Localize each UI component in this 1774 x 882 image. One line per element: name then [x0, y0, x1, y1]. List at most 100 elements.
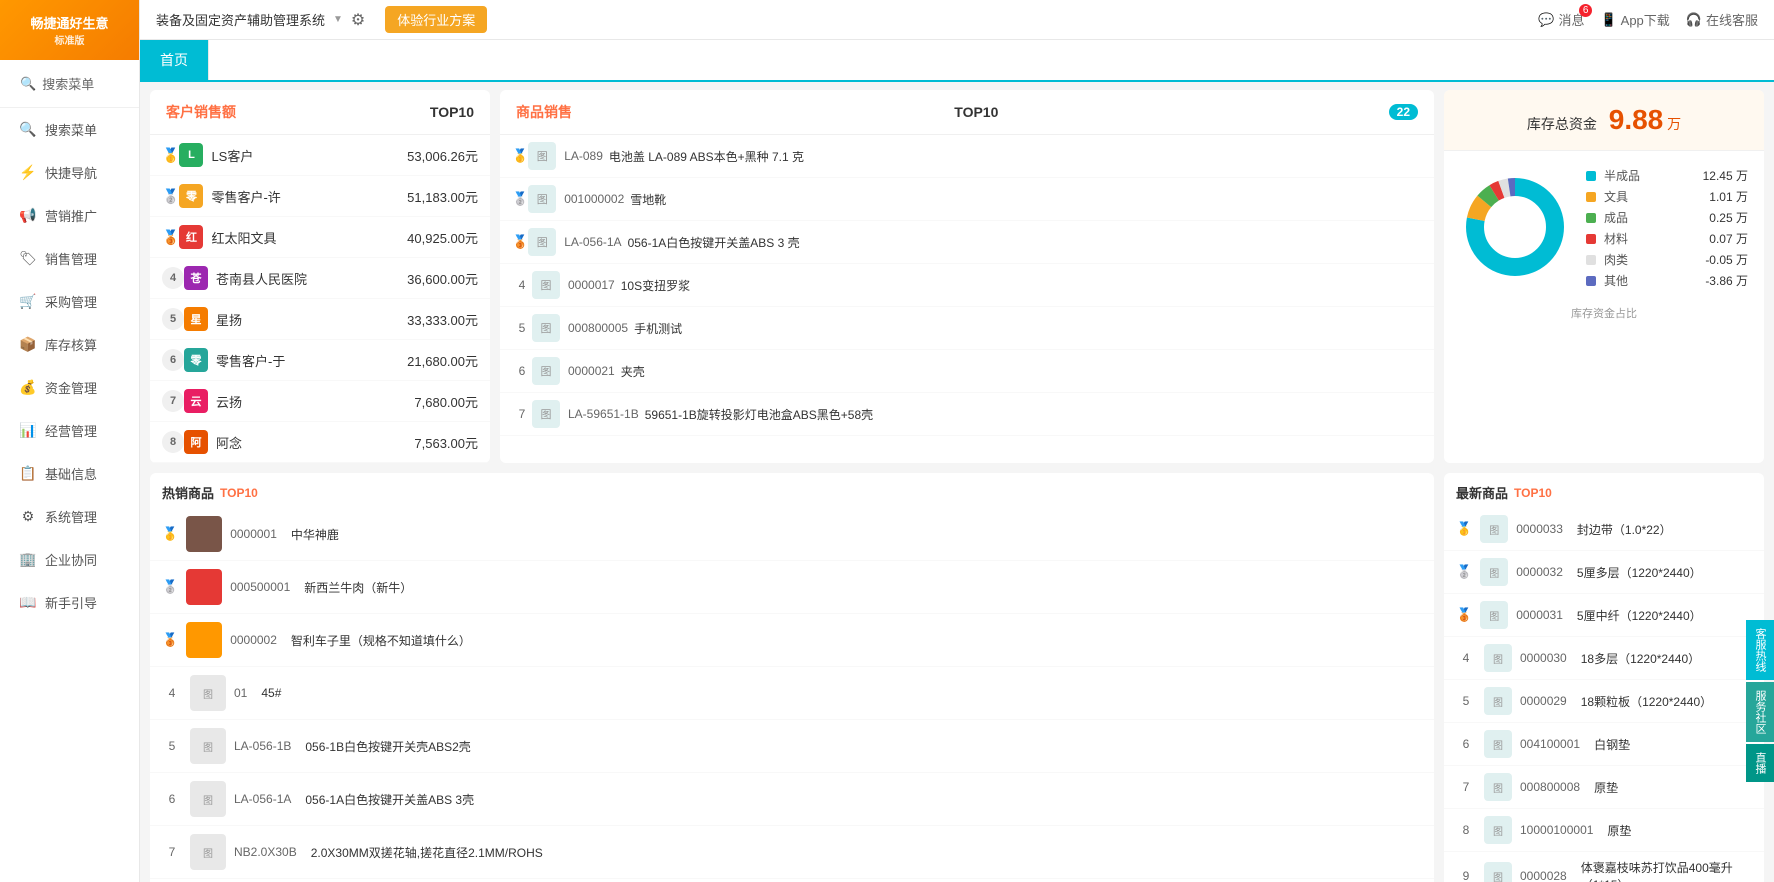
newest-product-desc: 5厘多层（1220*2440） — [1577, 564, 1752, 581]
rank-number: 7 — [1456, 780, 1476, 794]
app-download-label: App下载 — [1621, 10, 1670, 29]
newest-product-code: 0000032 — [1516, 565, 1563, 579]
legend-item: 材料 0.07 万 — [1586, 230, 1748, 247]
legend-value: -3.86 万 — [1705, 272, 1748, 289]
medal-icon: 🥉 — [162, 229, 179, 246]
service-btn-2[interactable]: 直播 — [1746, 744, 1774, 782]
sidebar-item-quick[interactable]: ⚡ 快捷导航 — [0, 151, 139, 194]
customer-rank-list: 🥇 L LS客户 53,006.26元 🥈 零 零售客户-许 51,183.00… — [150, 135, 490, 463]
sidebar-item-system[interactable]: ⚙ 系统管理 — [0, 495, 139, 538]
customer-rank-item: 🥉 红 红太阳文具 40,925.00元 — [150, 217, 490, 258]
legend-name: 成品 — [1604, 209, 1701, 226]
product-code: 0000017 — [568, 278, 615, 292]
dropdown-arrow-icon[interactable]: ▼ — [333, 14, 343, 25]
customer-rank-item: 7 云 云扬 7,680.00元 — [150, 381, 490, 422]
logo-sub: 标准版 — [55, 32, 85, 47]
nav-label-enterprise: 企业协同 — [45, 550, 97, 569]
customer-avatar: 星 — [184, 307, 208, 331]
sidebar-item-sales[interactable]: 🏷 销售管理 — [0, 237, 139, 280]
nav-icon-purchase: 🛒 — [19, 293, 37, 310]
product-rank-badge: 22 — [1389, 104, 1418, 120]
newest-product-img: 图 — [1484, 644, 1512, 672]
message-btn[interactable]: 💬 消息 6 — [1538, 10, 1584, 29]
customer-name: 云扬 — [216, 392, 414, 411]
sidebar-item-marketing[interactable]: 📢 营销推广 — [0, 194, 139, 237]
rank-number: 7 — [162, 845, 182, 859]
row-2: 热销商品 TOP10 🥇 0000001 中华神鹿 🥈 000500001 新西… — [150, 473, 1764, 882]
inventory-panel: 库存总资金 9.88 万 半成品 — [1444, 90, 1764, 463]
newest-product-item: 4 图 0000030 18多层（1220*2440） — [1444, 637, 1764, 680]
hot-product-item: 🥈 000500001 新西兰牛肉（新牛） — [150, 561, 1434, 614]
tabs-bar: 首页 — [140, 40, 1774, 82]
legend-dot — [1586, 255, 1596, 265]
trial-button[interactable]: 体验行业方案 — [385, 6, 487, 33]
legend-name: 半成品 — [1604, 167, 1695, 184]
system-title-area: 装备及固定资产辅助管理系统 ▼ ⚙ 体验行业方案 — [156, 6, 1538, 33]
nav-label-search: 搜索菜单 — [45, 120, 97, 139]
product-img: 图 — [532, 314, 560, 342]
nav-icon-enterprise: 🏢 — [19, 551, 37, 568]
newest-header: 最新商品 TOP10 — [1444, 473, 1764, 508]
hot-top-label: TOP10 — [220, 486, 258, 500]
sidebar-item-purchase[interactable]: 🛒 采购管理 — [0, 280, 139, 323]
service-btn-1[interactable]: 服务社区 — [1746, 682, 1774, 742]
legend-value: -0.05 万 — [1705, 251, 1748, 268]
nav-icon-basic: 📋 — [19, 465, 37, 482]
sidebar-item-enterprise[interactable]: 🏢 企业协同 — [0, 538, 139, 581]
settings-icon[interactable]: ⚙ — [351, 10, 365, 30]
product-rank-item: 5 图 000800005 手机测试 — [500, 307, 1434, 350]
rank-number: 5 — [512, 321, 532, 335]
customer-rank-panel: 客户销售额 TOP10 🥇 L LS客户 53,006.26元 🥈 零 零售客户… — [150, 90, 490, 463]
chart-area: 半成品 12.45 万 文具 1.01 万 成品 0.25 万 材料 0.07 … — [1444, 151, 1764, 305]
service-btn-0[interactable]: 客服热线 — [1746, 620, 1774, 680]
newest-product-code: 000800008 — [1520, 780, 1580, 794]
product-rank-item: 7 图 LA-59651-1B 59651-1B旋转投影灯电池盒ABS黑色+58… — [500, 393, 1434, 436]
product-img: 图 — [528, 185, 556, 213]
product-img-placeholder: 图 — [190, 728, 226, 764]
rank-number: 7 — [512, 407, 532, 421]
rank-number: 8 — [1456, 823, 1476, 837]
hot-product-item: 🥉 0000002 智利车子里（规格不知道填什么） — [150, 614, 1434, 667]
rank-number: 8 — [162, 431, 184, 453]
legend-name: 文具 — [1604, 188, 1701, 205]
app-download-btn[interactable]: 📱 App下载 — [1600, 10, 1669, 29]
rank-number: 4 — [1456, 651, 1476, 665]
nav-icon-marketing: 📢 — [19, 207, 37, 224]
customer-amount: 36,600.00元 — [407, 269, 478, 288]
tab-home[interactable]: 首页 — [140, 40, 209, 80]
newest-product-img: 图 — [1484, 862, 1512, 882]
rank-number: 9 — [1456, 869, 1476, 882]
product-code: LA-056-1A — [564, 235, 621, 249]
hot-product-desc: 新西兰牛肉（新牛） — [304, 579, 1422, 596]
newest-product-desc: 原垫 — [1594, 779, 1752, 796]
hot-product-desc: 中华神鹿 — [291, 526, 1422, 543]
product-code: LA-089 — [564, 149, 603, 163]
hot-product-desc: 2.0X30MM双搓花轴,搓花直径2.1MM/ROHS — [311, 844, 1422, 861]
product-img-placeholder: 图 — [190, 675, 226, 711]
product-rank-panel: 商品销售 TOP10 22 🥇 图 LA-089 电池盖 LA-089 ABS本… — [500, 90, 1434, 463]
nav-icon-quick: ⚡ — [19, 164, 37, 181]
medal-icon: 🥉 — [1456, 607, 1472, 623]
product-desc: 手机测试 — [634, 320, 1422, 337]
customer-avatar: 红 — [179, 225, 203, 249]
hot-product-desc: 056-1A白色按键开关盖ABS 3壳 — [305, 791, 1422, 808]
nav-label-guide: 新手引导 — [45, 593, 97, 612]
customer-rank-item: 5 星 星扬 33,333.00元 — [150, 299, 490, 340]
header-actions: 💬 消息 6 📱 App下载 🎧 在线客服 — [1538, 10, 1758, 29]
rank-number: 5 — [162, 308, 184, 330]
sidebar-item-guide[interactable]: 📖 新手引导 — [0, 581, 139, 624]
sidebar-item-finance[interactable]: 💰 资金管理 — [0, 366, 139, 409]
logo: 畅捷通好生意 标准版 — [0, 0, 139, 60]
hot-product-desc: 056-1B白色按键开关壳ABS2壳 — [305, 738, 1422, 755]
online-service-label: 在线客服 — [1706, 10, 1758, 29]
nav-icon-finance: 💰 — [19, 379, 37, 396]
sidebar-item-search[interactable]: 🔍 搜索菜单 — [0, 108, 139, 151]
sidebar-item-inventory[interactable]: 📦 库存核算 — [0, 323, 139, 366]
hot-product-item: 🥇 0000001 中华神鹿 — [150, 508, 1434, 561]
sidebar-item-basic[interactable]: 📋 基础信息 — [0, 452, 139, 495]
sidebar-item-ops[interactable]: 📊 经营管理 — [0, 409, 139, 452]
customer-name: 零售客户-许 — [211, 187, 407, 206]
product-rank-item: 4 图 0000017 10S变扭罗浆 — [500, 264, 1434, 307]
search-menu-btn[interactable]: 🔍 搜索菜单 — [12, 70, 127, 97]
online-service-btn[interactable]: 🎧 在线客服 — [1686, 10, 1758, 29]
